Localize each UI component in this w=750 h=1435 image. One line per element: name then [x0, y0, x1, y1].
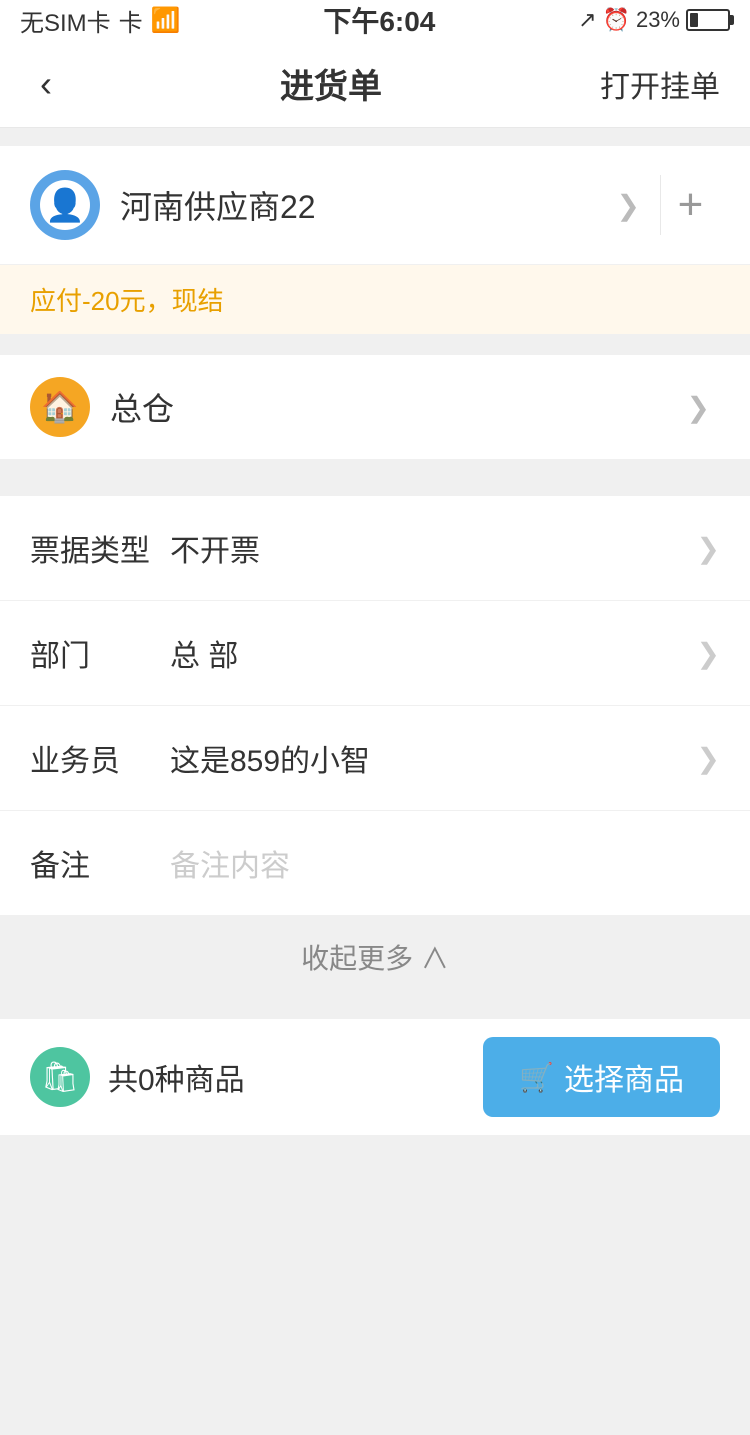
- supplier-chevron-icon: ❯: [617, 189, 640, 222]
- invoice-type-value: 不开票: [170, 526, 697, 570]
- department-value: 总 部: [170, 631, 697, 675]
- back-button[interactable]: ‹: [30, 53, 62, 115]
- salesman-value: 这是859的小智: [170, 736, 697, 780]
- open-pending-button[interactable]: 打开挂单: [600, 62, 720, 106]
- supplier-name: 河南供应商22: [120, 182, 617, 228]
- notice-text: 应付-20元，现结: [30, 286, 224, 316]
- supplier-avatar: 👤: [30, 170, 100, 240]
- salesman-label: 业务员: [30, 736, 170, 780]
- invoice-type-row[interactable]: 票据类型 不开票 ❯: [0, 496, 750, 601]
- collapse-row[interactable]: 收起更多 ∧: [0, 915, 750, 999]
- remark-value[interactable]: 备注内容: [170, 841, 720, 885]
- page-title: 进货单: [280, 59, 382, 108]
- salesman-chevron-icon: ❯: [697, 742, 720, 775]
- salesman-row[interactable]: 业务员 这是859的小智 ❯: [0, 706, 750, 811]
- warehouse-row[interactable]: 🏠 总仓 ❯: [0, 354, 750, 460]
- person-icon: 👤: [45, 186, 85, 224]
- sim-icon: 卡: [119, 3, 143, 38]
- status-time: 下午6:04: [323, 0, 435, 40]
- nav-bar: ‹ 进货单 打开挂单: [0, 40, 750, 128]
- alarm-icon: ⏰: [603, 7, 630, 33]
- battery-icon: [686, 9, 730, 31]
- separator-1: [0, 128, 750, 146]
- status-left: 无SIM卡 卡 📶: [20, 3, 181, 38]
- status-bar: 无SIM卡 卡 📶 下午6:04 ↗ ⏰ 23%: [0, 0, 750, 40]
- gray-background: [0, 1135, 750, 1435]
- separator-2: [0, 334, 750, 352]
- product-count: 共0种商品: [108, 1055, 483, 1099]
- select-btn-label: 选择商品: [564, 1055, 684, 1099]
- invoice-type-label: 票据类型: [30, 526, 170, 570]
- house-icon: 🏠: [41, 390, 78, 425]
- supplier-row[interactable]: 👤 河南供应商22 ❯ +: [0, 146, 750, 265]
- select-btn-icon: 🛒: [519, 1061, 554, 1094]
- status-right: ↗ ⏰ 23%: [578, 7, 730, 33]
- separator-4: [0, 999, 750, 1017]
- notice-bar: 应付-20元，现结: [0, 265, 750, 334]
- warehouse-card: 🏠 总仓 ❯: [0, 354, 750, 460]
- remark-row[interactable]: 备注 备注内容: [0, 811, 750, 915]
- collapse-label: 收起更多 ∧: [301, 937, 449, 977]
- products-bar: 🛍 共0种商品 🛒 选择商品: [0, 1019, 750, 1135]
- location-icon: ↗: [578, 7, 596, 33]
- department-row[interactable]: 部门 总 部 ❯: [0, 601, 750, 706]
- product-icon: 🛍: [30, 1047, 90, 1107]
- select-product-button[interactable]: 🛒 选择商品: [483, 1037, 720, 1117]
- department-chevron-icon: ❯: [697, 637, 720, 670]
- carrier-label: 无SIM卡: [20, 3, 111, 38]
- form-section: 票据类型 不开票 ❯ 部门 总 部 ❯ 业务员 这是859的小智 ❯ 备注 备注…: [0, 496, 750, 915]
- department-label: 部门: [30, 631, 170, 675]
- supplier-card: 👤 河南供应商22 ❯ + 应付-20元，现结: [0, 146, 750, 334]
- add-supplier-button[interactable]: +: [660, 175, 720, 235]
- separator-3: [0, 460, 750, 478]
- battery-percent: 23%: [636, 7, 680, 33]
- wifi-icon: 📶: [151, 6, 181, 35]
- warehouse-chevron-icon: ❯: [687, 391, 710, 424]
- cart-icon: 🛍: [41, 1060, 79, 1095]
- invoice-chevron-icon: ❯: [697, 532, 720, 565]
- warehouse-name: 总仓: [110, 384, 687, 430]
- warehouse-icon: 🏠: [30, 377, 90, 437]
- remark-label: 备注: [30, 841, 170, 885]
